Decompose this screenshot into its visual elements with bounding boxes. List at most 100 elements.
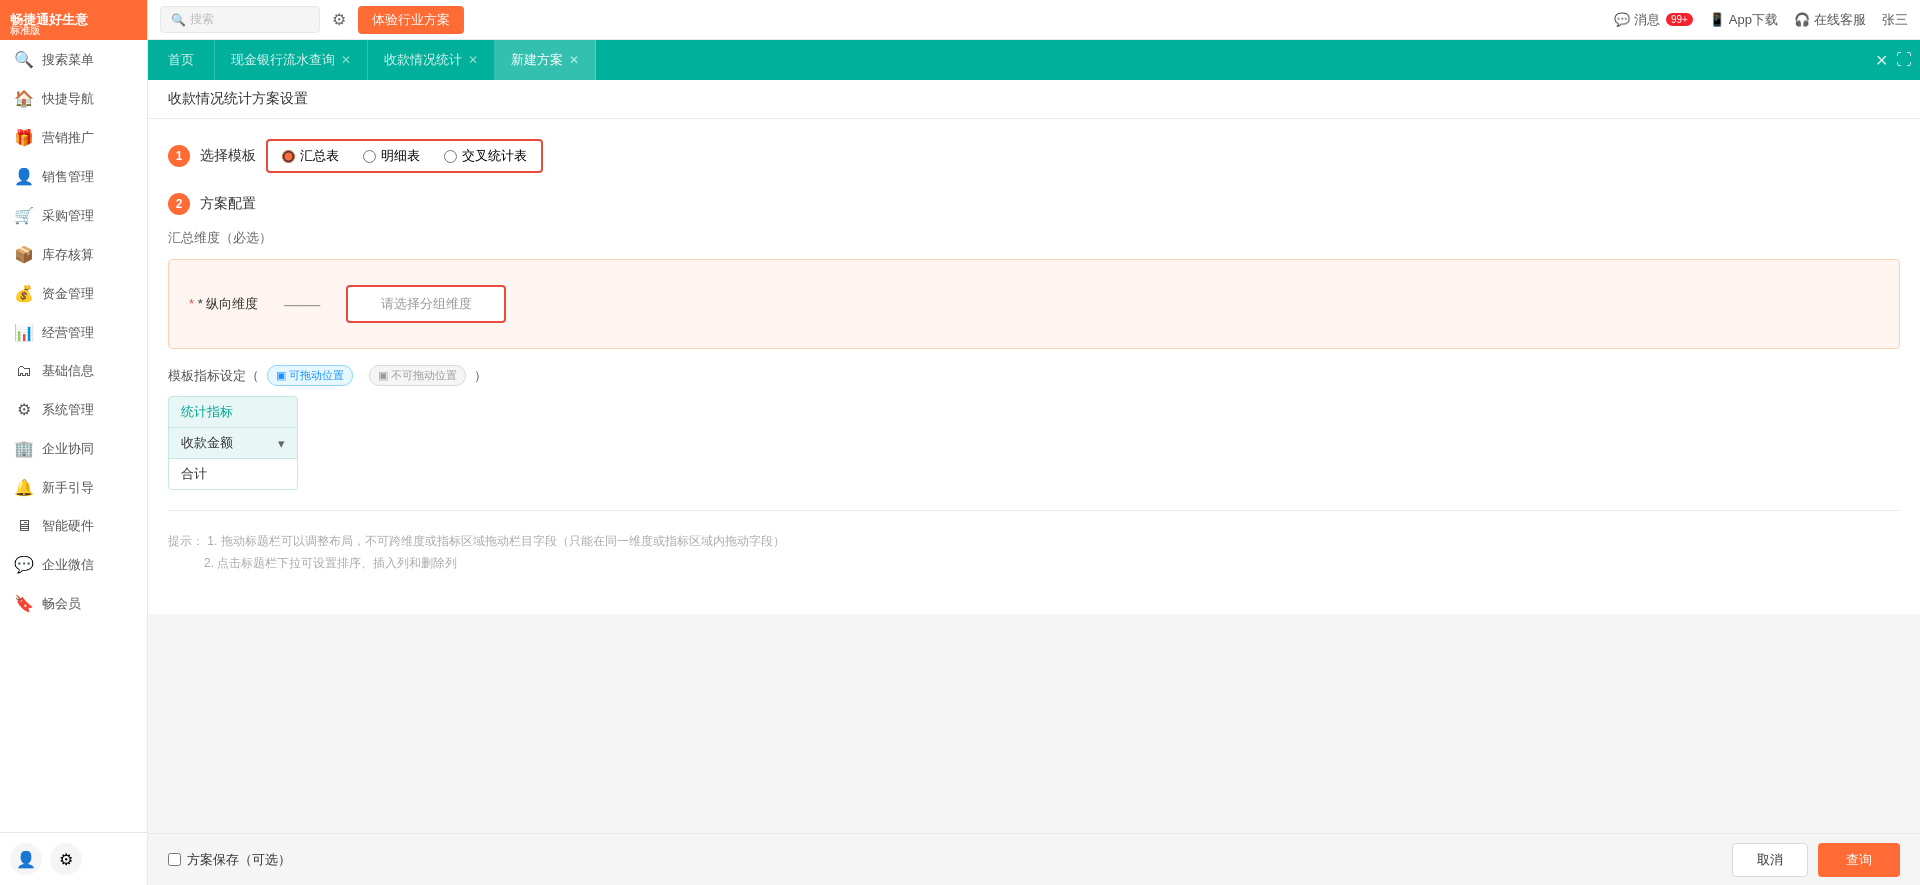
message-item[interactable]: 💬 消息 99+ <box>1614 11 1693 29</box>
online-service-item[interactable]: 🎧 在线客服 <box>1794 11 1866 29</box>
template-radio-group: 汇总表 明细表 交叉统计表 <box>266 139 543 173</box>
settings-gear-icon[interactable]: ⚙ <box>328 10 350 29</box>
sidebar-item-wechat[interactable]: 💬 企业微信 <box>0 545 147 584</box>
dimension-selector[interactable]: 请选择分组维度 <box>346 285 506 323</box>
sidebar-item-operations[interactable]: 📊 经营管理 <box>0 313 147 352</box>
metrics-section: 模板指标设定（ ▣ 可拖动位置 ▣ 不可拖动位置 ） <box>168 365 1900 490</box>
sidebar-label-marketing: 营销推广 <box>42 129 94 147</box>
basic-info-icon: 🗂 <box>14 362 34 380</box>
maximize-icon[interactable]: ⛶ <box>1896 51 1912 69</box>
app-download-item[interactable]: 📱 App下载 <box>1709 11 1778 29</box>
bottom-bar: 方案保存（可选） 取消 查询 <box>148 833 1920 885</box>
close-window-icon[interactable]: ✕ <box>1875 51 1888 70</box>
sidebar-item-inventory[interactable]: 📦 库存核算 <box>0 235 147 274</box>
metric-dropdown-icon[interactable]: ▾ <box>278 436 285 451</box>
message-icon: 💬 <box>1614 12 1630 27</box>
tab-payment-stats[interactable]: 收款情况统计 ✕ <box>368 40 495 80</box>
tab-label-payment-stats: 收款情况统计 <box>384 51 462 69</box>
radio-cross-label: 交叉统计表 <box>462 147 527 165</box>
radio-cross[interactable]: 交叉统计表 <box>444 147 527 165</box>
radio-summary[interactable]: 汇总表 <box>282 147 339 165</box>
radio-detail[interactable]: 明细表 <box>363 147 420 165</box>
tip-2: 2. 点击标题栏下拉可设置排序、插入列和删除列 <box>168 553 1900 575</box>
sidebar-item-sales[interactable]: 👤 销售管理 <box>0 157 147 196</box>
tip-1: 提示： 1. 拖动标题栏可以调整布局，不可跨维度或指标区域拖动栏目字段（只能在同… <box>168 531 1900 553</box>
settings-icon[interactable]: ⚙ <box>50 843 82 875</box>
tab-label-home: 首页 <box>168 51 194 69</box>
sidebar-label-hardware: 智能硬件 <box>42 517 94 535</box>
topbar-right: 💬 消息 99+ 📱 App下载 🎧 在线客服 张三 <box>1614 11 1908 29</box>
search-placeholder-text: 搜索 <box>190 11 214 28</box>
service-label: 在线客服 <box>1814 11 1866 29</box>
tab-home[interactable]: 首页 <box>148 40 215 80</box>
sidebar-bottom: 👤 ⚙ <box>0 832 147 885</box>
save-checkbox[interactable] <box>168 853 181 866</box>
metric-subtotal-row: 合计 <box>169 459 297 489</box>
sidebar-item-marketing[interactable]: 🎁 营销推广 <box>0 118 147 157</box>
service-icon: 🎧 <box>1794 12 1810 27</box>
sidebar-item-finance[interactable]: 💰 资金管理 <box>0 274 147 313</box>
stat-label: 统计指标 <box>181 403 233 421</box>
tab-close-bank-flow[interactable]: ✕ <box>341 53 351 67</box>
sidebar-label-purchase: 采购管理 <box>42 207 94 225</box>
sidebar-label-wechat: 企业微信 <box>42 556 94 574</box>
radio-summary-label: 汇总表 <box>300 147 339 165</box>
metrics-header-label: 模板指标设定（ <box>168 367 259 385</box>
sidebar-item-guide[interactable]: 🔔 新手引导 <box>0 468 147 507</box>
step1-title: 选择模板 <box>200 147 256 165</box>
tab-bank-flow[interactable]: 现金银行流水查询 ✕ <box>215 40 368 80</box>
tab-close-new-plan[interactable]: ✕ <box>569 53 579 67</box>
sidebar-item-basic-info[interactable]: 🗂 基础信息 <box>0 352 147 390</box>
user-avatar[interactable]: 👤 <box>10 843 42 875</box>
sidebar-item-quick-nav[interactable]: 🏠 快捷导航 <box>0 79 147 118</box>
tabbar: 首页 现金银行流水查询 ✕ 收款情况统计 ✕ 新建方案 ✕ ✕ ⛶ <box>148 40 1920 80</box>
sidebar-item-enterprise[interactable]: 🏢 企业协同 <box>0 429 147 468</box>
tab-label-bank-flow: 现金银行流水查询 <box>231 51 335 69</box>
search-icon: 🔍 <box>14 50 34 69</box>
industry-solution-button[interactable]: 体验行业方案 <box>358 6 464 34</box>
tips-area: 提示： 1. 拖动标题栏可以调整布局，不可跨维度或指标区域拖动栏目字段（只能在同… <box>168 531 1900 574</box>
sidebar-item-search[interactable]: 🔍 搜索菜单 <box>0 40 147 79</box>
tab-new-plan[interactable]: 新建方案 ✕ <box>495 40 596 80</box>
download-icon: 📱 <box>1709 12 1725 27</box>
hardware-icon: 🖥 <box>14 517 34 535</box>
content-area: 收款情况统计方案设置 1 选择模板 汇总表 明细表 <box>148 80 1920 833</box>
sidebar-item-member[interactable]: 🔖 畅会员 <box>0 584 147 623</box>
sidebar-item-system[interactable]: ⚙ 系统管理 <box>0 390 147 429</box>
step1-num: 1 <box>168 145 190 167</box>
radio-cross-input[interactable] <box>444 150 457 163</box>
step1-section: 1 选择模板 汇总表 明细表 交叉统计表 <box>168 139 1900 173</box>
config-section: 汇总维度（必选） * * 纵向维度 —— 请选择分组维度 模板指标设定（ <box>168 229 1900 490</box>
bottom-right-buttons: 取消 查询 <box>1732 843 1900 877</box>
divider <box>168 510 1900 511</box>
dimension-arrow: —— <box>284 294 320 315</box>
cancel-button[interactable]: 取消 <box>1732 843 1808 877</box>
marketing-icon: 🎁 <box>14 128 34 147</box>
query-button[interactable]: 查询 <box>1818 843 1900 877</box>
step1-header: 1 选择模板 汇总表 明细表 交叉统计表 <box>168 139 1900 173</box>
user-name-item[interactable]: 张三 <box>1882 11 1908 29</box>
system-icon: ⚙ <box>14 400 34 419</box>
sales-icon: 👤 <box>14 167 34 186</box>
undraggable-tag: ▣ 不可拖动位置 <box>369 365 466 386</box>
save-option: 方案保存（可选） <box>168 851 291 869</box>
search-icon: 🔍 <box>171 13 186 27</box>
radio-detail-input[interactable] <box>363 150 376 163</box>
sidebar-label-quick-nav: 快捷导航 <box>42 90 94 108</box>
message-badge: 99+ <box>1666 13 1693 26</box>
topbar-search-box[interactable]: 🔍 搜索 <box>160 6 320 33</box>
operations-icon: 📊 <box>14 323 34 342</box>
tab-label-new-plan: 新建方案 <box>511 51 563 69</box>
sidebar-item-hardware[interactable]: 🖥 智能硬件 <box>0 507 147 545</box>
tab-close-payment-stats[interactable]: ✕ <box>468 53 478 67</box>
radio-detail-label: 明细表 <box>381 147 420 165</box>
radio-summary-input[interactable] <box>282 150 295 163</box>
purchase-icon: 🛒 <box>14 206 34 225</box>
finance-icon: 💰 <box>14 284 34 303</box>
draggable-tag: ▣ 可拖动位置 <box>267 365 353 386</box>
metric-subtotal-text: 合计 <box>181 466 207 481</box>
sidebar-label-finance: 资金管理 <box>42 285 94 303</box>
step2-title: 方案配置 <box>200 195 256 213</box>
sidebar-label-operations: 经营管理 <box>42 324 94 342</box>
sidebar-item-purchase[interactable]: 🛒 采购管理 <box>0 196 147 235</box>
